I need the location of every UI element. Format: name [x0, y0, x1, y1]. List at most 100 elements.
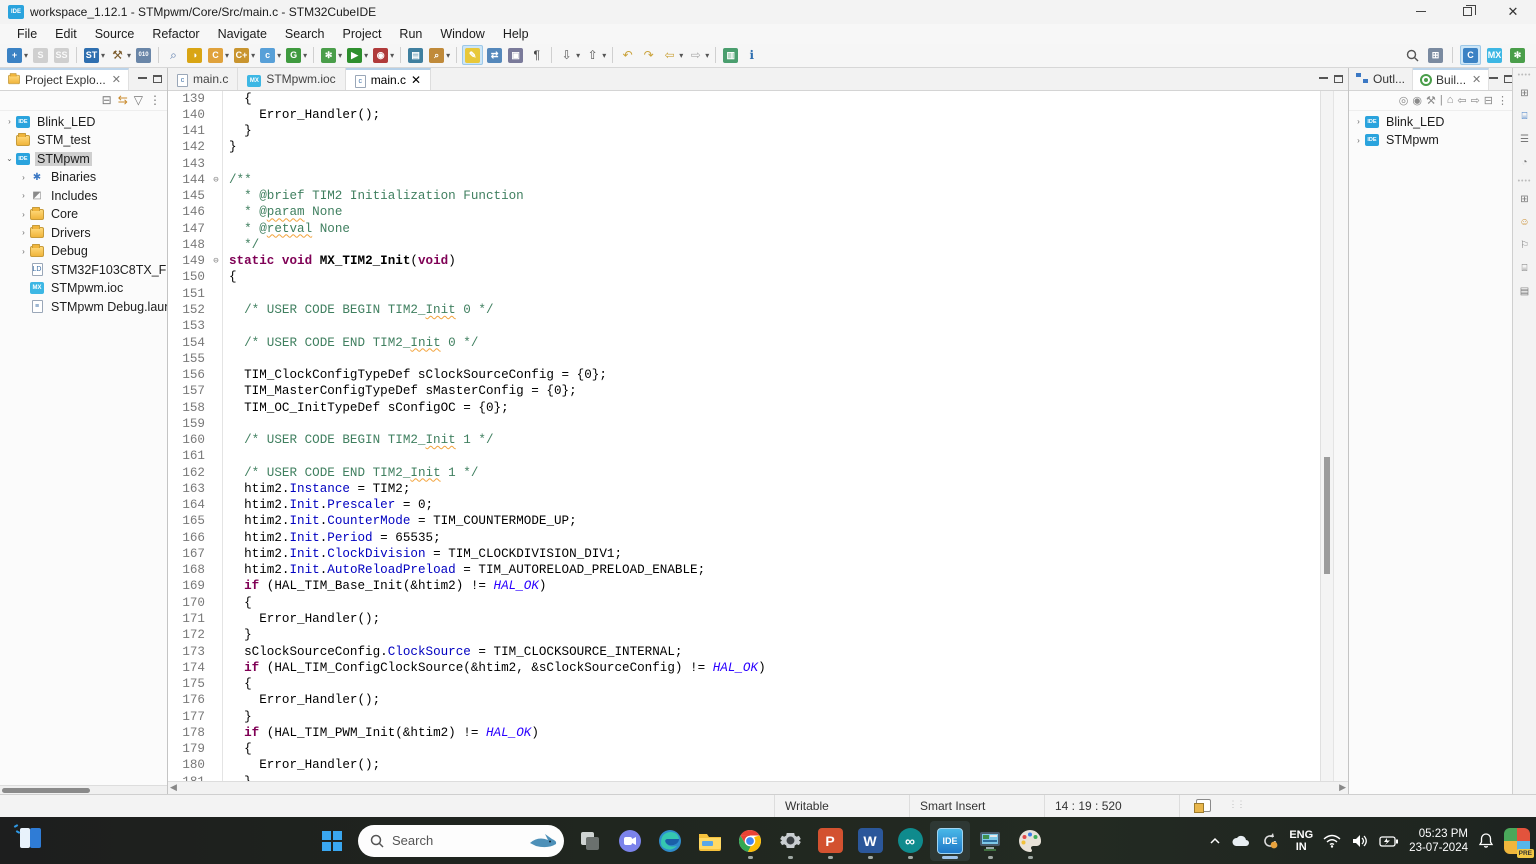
sidebar-item-stmpwm-ioc[interactable]: MXSTMpwm.ioc: [0, 279, 167, 298]
highlight-toggle-button[interactable]: ✎: [462, 45, 483, 65]
sync-update-icon[interactable]: [1261, 832, 1279, 850]
taskbar-app-chat[interactable]: [610, 821, 650, 861]
next-annotation-button[interactable]: ⇩▾: [557, 45, 581, 65]
taskbar-app-word[interactable]: W: [850, 821, 890, 861]
numbers-file-icon[interactable]: ⌸: [1517, 109, 1533, 125]
menu-source[interactable]: Source: [86, 25, 144, 43]
start-button[interactable]: [312, 821, 352, 861]
sidebar-item-stm-test[interactable]: STM_test: [0, 131, 167, 150]
coverage-button[interactable]: ◑: [185, 45, 204, 65]
previous-annotation-button[interactable]: ⇧▾: [583, 45, 607, 65]
pin-editor-button[interactable]: ▥: [721, 45, 740, 65]
sidebar-item-stmpwm-debug-laun[interactable]: ≡STMpwm Debug.laun: [0, 298, 167, 317]
menu-navigate[interactable]: Navigate: [209, 25, 276, 43]
dropdown-caret-icon[interactable]: ▾: [338, 51, 342, 60]
close-view-icon[interactable]: ✕: [1472, 73, 1481, 86]
editor-tab-main-c-0[interactable]: cmain.c: [168, 68, 238, 90]
taskbar-app-stm32cubeide[interactable]: IDE: [930, 821, 970, 861]
dropdown-caret-icon[interactable]: ▾: [705, 51, 709, 60]
back-button[interactable]: ⇦▾: [660, 45, 684, 65]
code-editor[interactable]: 139 {140 Error_Handler();141 }142}143144…: [168, 91, 1320, 781]
device-configuration-button[interactable]: ST▾: [82, 45, 106, 65]
minimize-view-icon[interactable]: [1489, 77, 1498, 80]
code-generator-button[interactable]: G▾: [284, 45, 308, 65]
build-toolbar-icon[interactable]: ◉: [1412, 94, 1422, 107]
build-toolbar-icon[interactable]: ⇦: [1457, 94, 1466, 107]
build-toolbar-icon[interactable]: ⊟: [1484, 94, 1493, 107]
fold-marker-icon[interactable]: ⊖: [210, 253, 223, 269]
dropdown-caret-icon[interactable]: ▾: [602, 51, 606, 60]
profile-button[interactable]: ◉▾: [371, 45, 395, 65]
sidebar-item-debug[interactable]: ›Debug: [0, 242, 167, 261]
notifications-bell-icon[interactable]: [1478, 832, 1494, 849]
taskbar-app-device-emulator[interactable]: [970, 821, 1010, 861]
last-edit-location-button[interactable]: ↶: [618, 45, 637, 65]
tab-outline[interactable]: Outl...: [1349, 68, 1413, 90]
view-menu-icon[interactable]: ⋮: [149, 93, 161, 107]
vscroll-thumb[interactable]: [1324, 457, 1330, 574]
minimize-button[interactable]: [1398, 0, 1444, 24]
maximize-editor-icon[interactable]: [1334, 75, 1343, 83]
volume-icon[interactable]: [1351, 834, 1369, 848]
minimize-editor-icon[interactable]: [1319, 77, 1328, 80]
forward-button[interactable]: ⇨▾: [686, 45, 710, 65]
maximize-view-icon[interactable]: [153, 75, 162, 83]
build-target-item-stmpwm[interactable]: ›IDESTMpwm: [1349, 131, 1512, 150]
menu-edit[interactable]: Edit: [46, 25, 86, 43]
hscroll-left-arrow-icon[interactable]: ◀: [170, 782, 177, 793]
sidebar-item-blink-led[interactable]: ›IDEBlink_LED: [0, 113, 167, 132]
debug-button[interactable]: ✻▾: [319, 45, 343, 65]
tree-expand-arrow-icon[interactable]: ⌄: [4, 154, 15, 163]
language-indicator[interactable]: ENG IN: [1289, 829, 1313, 853]
build-toolbar-icon[interactable]: ⇨: [1471, 94, 1480, 107]
new-wizard-button[interactable]: +▾: [5, 45, 29, 65]
tree-expand-arrow-icon[interactable]: ›: [18, 173, 29, 182]
build-toolbar-icon[interactable]: ⋮: [1497, 94, 1508, 107]
sidebar-item-includes[interactable]: ›◩Includes: [0, 187, 167, 206]
sidebar-item-core[interactable]: ›Core: [0, 205, 167, 224]
menu-window[interactable]: Window: [431, 25, 493, 43]
dropdown-caret-icon[interactable]: ▾: [679, 51, 683, 60]
restore-view-2-icon[interactable]: ⊞: [1517, 192, 1533, 208]
menu-project[interactable]: Project: [334, 25, 391, 43]
copilot-icon[interactable]: PRE: [1504, 828, 1530, 854]
sfr-icon[interactable]: ⚐: [1517, 238, 1533, 254]
close-button[interactable]: ✕: [1490, 0, 1536, 24]
dropdown-caret-icon[interactable]: ▾: [303, 51, 307, 60]
mark-occurrences-button[interactable]: ▣: [506, 45, 525, 65]
taskbar-app-arduino[interactable]: ∞: [890, 821, 930, 861]
show-whitespace-button[interactable]: ¶: [527, 45, 546, 65]
build-target-item-blink_led[interactable]: ›IDEBlink_LED: [1349, 113, 1512, 132]
dropdown-caret-icon[interactable]: ▾: [576, 51, 580, 60]
tree-expand-arrow-icon[interactable]: ›: [18, 191, 29, 200]
next-edit-location-button[interactable]: ↷: [639, 45, 658, 65]
taskbar-app-chrome[interactable]: [730, 821, 770, 861]
tray-overflow-chevron-icon[interactable]: [1209, 837, 1221, 845]
search-dialog-button[interactable]: ⌕▾: [427, 45, 451, 65]
build-all-button[interactable]: 010: [134, 45, 153, 65]
search-box[interactable]: Search: [358, 825, 564, 857]
clock[interactable]: 05:23 PM 23-07-2024: [1409, 827, 1468, 855]
status-clipboard-icon[interactable]: [1196, 799, 1211, 812]
sidebar-item-stmpwm[interactable]: ⌄IDESTMpwm: [0, 150, 167, 169]
tree-expand-arrow-icon[interactable]: ›: [1353, 117, 1364, 126]
dropdown-caret-icon[interactable]: ▾: [127, 51, 131, 60]
build-toolbar-icon[interactable]: ◎: [1399, 94, 1409, 107]
menu-run[interactable]: Run: [390, 25, 431, 43]
editor-tab-main-c-2[interactable]: cmain.c✕: [346, 68, 431, 90]
dropdown-caret-icon[interactable]: ▾: [251, 51, 255, 60]
dropdown-caret-icon[interactable]: ▾: [24, 51, 28, 60]
build-toolbar-icon[interactable]: ⚒: [1426, 94, 1436, 107]
taskbar-app-task-view[interactable]: [570, 821, 610, 861]
taskbar-app-file-explorer[interactable]: [690, 821, 730, 861]
tree-expand-arrow-icon[interactable]: ›: [1353, 136, 1364, 145]
link-with-editor-icon[interactable]: ⇆: [118, 93, 128, 107]
console-icon[interactable]: ⌸: [1517, 261, 1533, 277]
editor-hscrollbar[interactable]: ◀ ▶: [168, 781, 1348, 794]
search-lens-button[interactable]: ⌕: [164, 45, 183, 65]
tree-expand-arrow-icon[interactable]: ›: [18, 247, 29, 256]
tree-expand-arrow-icon[interactable]: ›: [18, 228, 29, 237]
sidebar-item-binaries[interactable]: ›✱Binaries: [0, 168, 167, 187]
battery-icon[interactable]: [1379, 835, 1399, 847]
sidebar-item-drivers[interactable]: ›Drivers: [0, 224, 167, 243]
